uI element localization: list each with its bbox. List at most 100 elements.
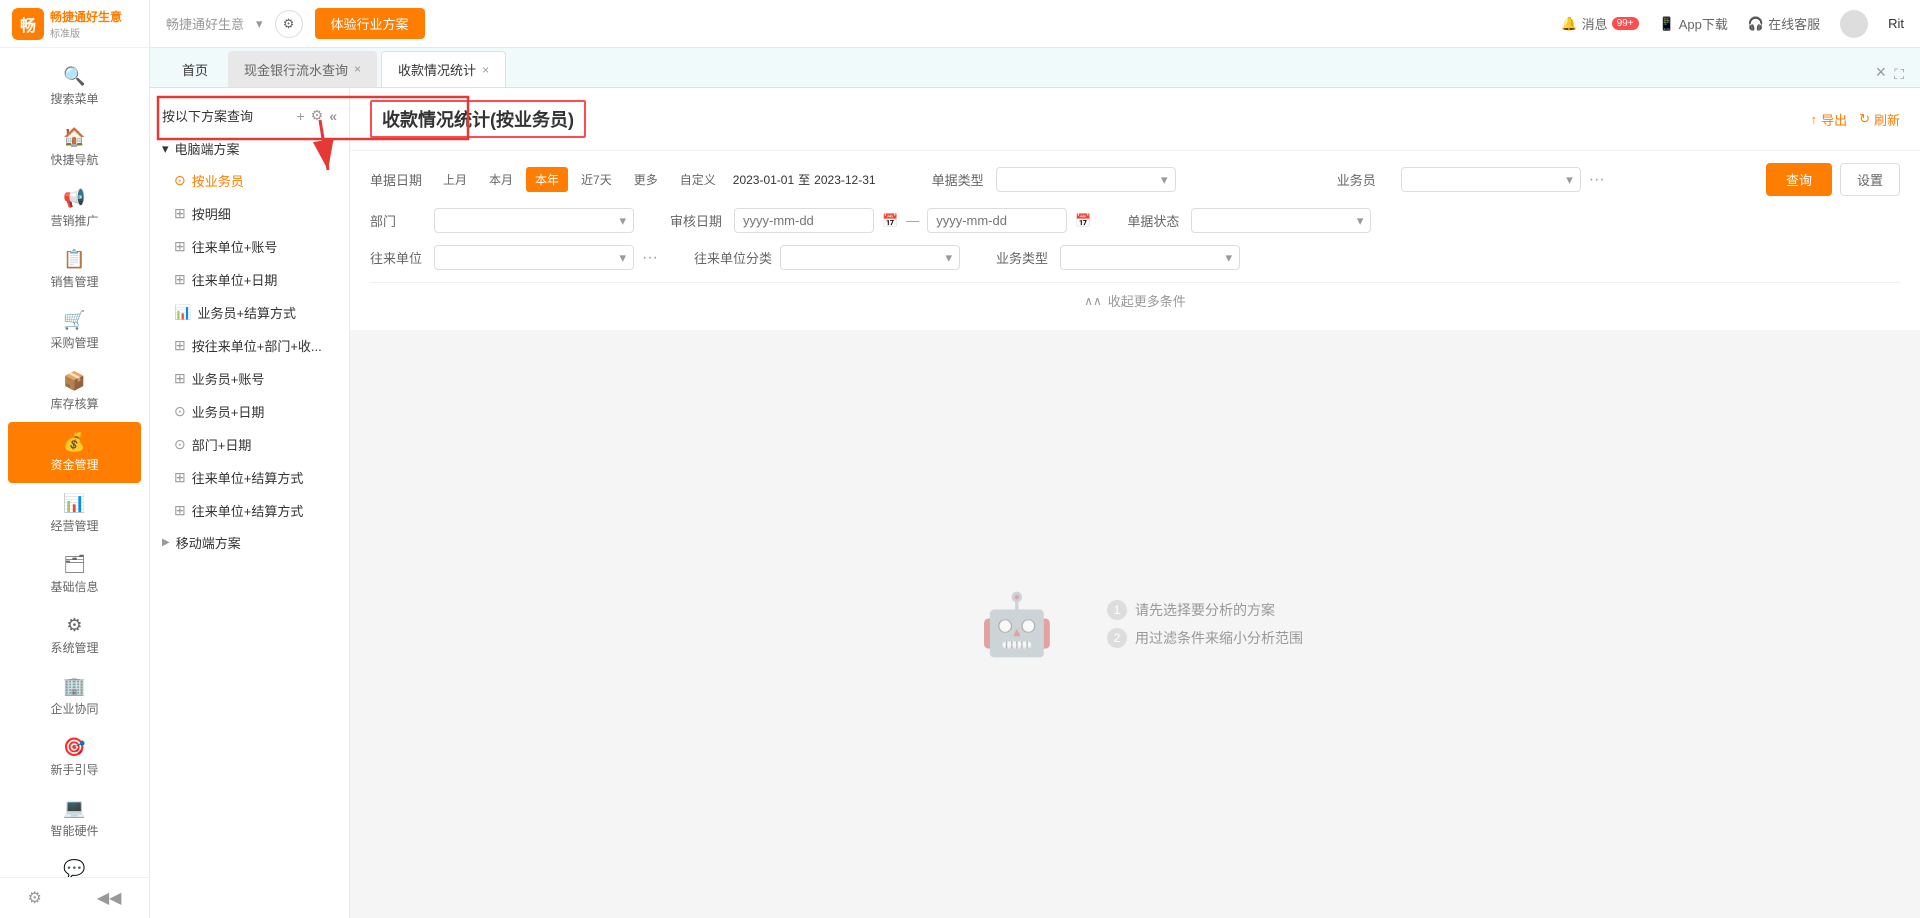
doc-type-select[interactable] (996, 167, 1176, 192)
query-button[interactable]: 查询 (1766, 163, 1832, 196)
menu-item-salesman-account[interactable]: ⊞ 业务员+账号 (150, 362, 349, 395)
tab-bank-label: 现金银行流水查询 (244, 60, 348, 79)
sidebar-item-operation[interactable]: 📊 经营管理 (0, 483, 149, 544)
sidebar-item-marketing[interactable]: 📢 营销推广 (0, 178, 149, 239)
salesman-select[interactable] (1401, 167, 1581, 192)
date-tab-last-month[interactable]: 上月 (434, 167, 476, 192)
menu-item-salesman-settlement[interactable]: 📊 业务员+结算方式 (150, 296, 349, 329)
cust-date-icon: ⊞ (174, 271, 186, 288)
add-scheme-icon[interactable]: + (296, 108, 304, 124)
detail-item-icon: ⊞ (174, 205, 186, 222)
sidebar-item-system[interactable]: ⚙ 系统管理 (0, 605, 149, 666)
sidebar-item-label: 智能硬件 (50, 822, 98, 839)
notification-badge: 99+ (1612, 17, 1639, 30)
collapse-panel-icon[interactable]: « (329, 108, 337, 124)
sidebar-item-quicknav[interactable]: 🏠 快捷导航 (0, 117, 149, 178)
sidebar-item-wechat[interactable]: 💬 企业微信 (0, 849, 149, 877)
desktop-section-label: 电脑端方案 (175, 139, 240, 158)
menu-item-customer-account[interactable]: ⊞ 往来单位+账号 (150, 230, 349, 263)
salesman-select-wrapper (1401, 167, 1581, 192)
sidebar-item-finance[interactable]: 💰 资金管理 (8, 422, 141, 483)
basic-icon: 🗂 (63, 554, 86, 575)
online-service-action[interactable]: 🎧 在线客服 (1748, 14, 1820, 33)
dept-select[interactable] (434, 208, 634, 233)
date-tab-more[interactable]: 更多 (625, 167, 667, 192)
app-download-label: App下载 (1679, 14, 1728, 33)
user-avatar[interactable] (1840, 10, 1868, 38)
customer-more-icon[interactable]: ··· (642, 249, 658, 267)
salesman-settle-icon: 📊 (174, 304, 191, 321)
salesman-date-icon: ⊙ (174, 403, 186, 420)
maximize-icon[interactable]: ⛶ (1894, 66, 1904, 87)
collapse-sidebar-icon[interactable]: ◀◀ (97, 888, 122, 908)
menu-item-by-detail[interactable]: ⊞ 按明细 (150, 197, 349, 230)
sidebar-item-basic[interactable]: 🗂 基础信息 (0, 544, 149, 605)
tab-home[interactable]: 首页 (166, 51, 224, 87)
menu-item-dept-date[interactable]: ⊙ 部门+日期 (150, 428, 349, 461)
customer-select[interactable] (434, 245, 634, 270)
date-tab-last7days[interactable]: 近7天 (572, 167, 621, 192)
menu-item-cust-settle1[interactable]: ⊞ 往来单位+结算方式 (150, 461, 349, 494)
review-date-start-input[interactable] (734, 208, 874, 233)
hint-text-2: 用过滤条件来缩小分析范围 (1135, 628, 1303, 648)
date-tab-custom[interactable]: 自定义 (671, 167, 725, 192)
download-icon: 📱 (1659, 16, 1675, 32)
home-icon: 🏠 (63, 127, 85, 148)
app-download-action[interactable]: 📱 App下载 (1659, 14, 1728, 33)
sidebar-item-guide[interactable]: 🎯 新手引导 (0, 727, 149, 788)
menu-item-salesman-date[interactable]: ⊙ 业务员+日期 (150, 395, 349, 428)
sidebar-item-purchase[interactable]: 🛒 采购管理 (0, 300, 149, 361)
trial-button[interactable]: 体验行业方案 (315, 8, 425, 39)
dropdown-icon[interactable]: ▾ (256, 16, 263, 32)
tab-bank-close-icon[interactable]: × (354, 62, 361, 76)
sidebar-item-search[interactable]: 🔍 搜索菜单 (0, 56, 149, 117)
salesman-more-icon[interactable]: ··· (1589, 171, 1605, 189)
desktop-section-title[interactable]: ▾ 电脑端方案 (150, 133, 349, 164)
doc-status-select[interactable] (1191, 208, 1371, 233)
scheme-settings-icon[interactable]: ⚙ (311, 107, 324, 124)
calendar-start-icon[interactable]: 📅 (882, 213, 898, 229)
wechat-icon: 💬 (63, 859, 85, 877)
menu-item-customer-dept[interactable]: ⊞ 按往来单位+部门+收... (150, 329, 349, 362)
hint-text-1: 请先选择要分析的方案 (1135, 600, 1275, 620)
mobile-section-title[interactable]: ▶ 移动端方案 (150, 527, 349, 558)
export-button[interactable]: ↑ 导出 (1811, 110, 1848, 129)
refresh-button[interactable]: ↻ 刷新 (1859, 110, 1900, 129)
calendar-end-icon[interactable]: 📅 (1075, 213, 1091, 229)
robot-illustration: 🤖 (967, 574, 1067, 674)
tab-receipt-close-icon[interactable]: × (482, 63, 489, 77)
doc-type-select-wrapper (996, 167, 1176, 192)
inventory-icon: 📦 (63, 371, 85, 392)
menu-item-by-salesman[interactable]: ⊙ 按业务员 (150, 164, 349, 197)
sidebar-item-enterprise[interactable]: 🏢 企业协同 (0, 666, 149, 727)
menu-item-customer-date[interactable]: ⊞ 往来单位+日期 (150, 263, 349, 296)
customer-category-select[interactable] (780, 245, 960, 270)
mobile-arrow-icon: ▶ (162, 537, 170, 548)
sidebar-item-hardware[interactable]: 💻 智能硬件 (0, 788, 149, 849)
date-tab-this-year[interactable]: 本年 (526, 167, 568, 192)
sidebar-item-inventory[interactable]: 📦 库存核算 (0, 361, 149, 422)
menu-item-label: 按明细 (192, 204, 231, 223)
filter-settings-button[interactable]: 设置 (1840, 163, 1900, 196)
page-content: 按以下方案查询 + ⚙ « ▾ 电脑端方案 ⊙ 按业务员 (150, 88, 1920, 918)
sidebar-nav: 🔍 搜索菜单 🏠 快捷导航 📢 营销推广 📋 销售管理 🛒 采购管理 📦 (0, 48, 149, 877)
biz-type-select[interactable] (1060, 245, 1240, 270)
header-settings-icon[interactable]: ⚙ (275, 10, 303, 38)
review-date-end-input[interactable] (927, 208, 1067, 233)
tab-receipt[interactable]: 收款情况统计 × (381, 51, 506, 87)
menu-item-label: 往来单位+结算方式 (192, 501, 304, 520)
notification-action[interactable]: 🔔 消息 99+ (1561, 14, 1638, 33)
mobile-section-label: 移动端方案 (176, 533, 241, 552)
sidebar-item-label: 库存核算 (50, 395, 98, 412)
menu-item-label: 按业务员 (192, 171, 244, 190)
settings-bottom-icon[interactable]: ⚙ (28, 888, 42, 908)
tab-bank[interactable]: 现金银行流水查询 × (228, 51, 377, 87)
sidebar-item-label: 资金管理 (50, 456, 98, 473)
export-icon: ↑ (1811, 112, 1818, 127)
close-window-icon[interactable]: × (1876, 62, 1887, 87)
date-tab-this-month[interactable]: 本月 (480, 167, 522, 192)
filter-row-1: 单据日期 上月 本月 本年 近7天 更多 自定义 2023-01-01 (370, 163, 1900, 196)
collapse-bar[interactable]: ∧∧ 收起更多条件 (370, 282, 1900, 318)
menu-item-cust-settle2[interactable]: ⊞ 往来单位+结算方式 (150, 494, 349, 527)
sidebar-item-sales[interactable]: 📋 销售管理 (0, 239, 149, 300)
